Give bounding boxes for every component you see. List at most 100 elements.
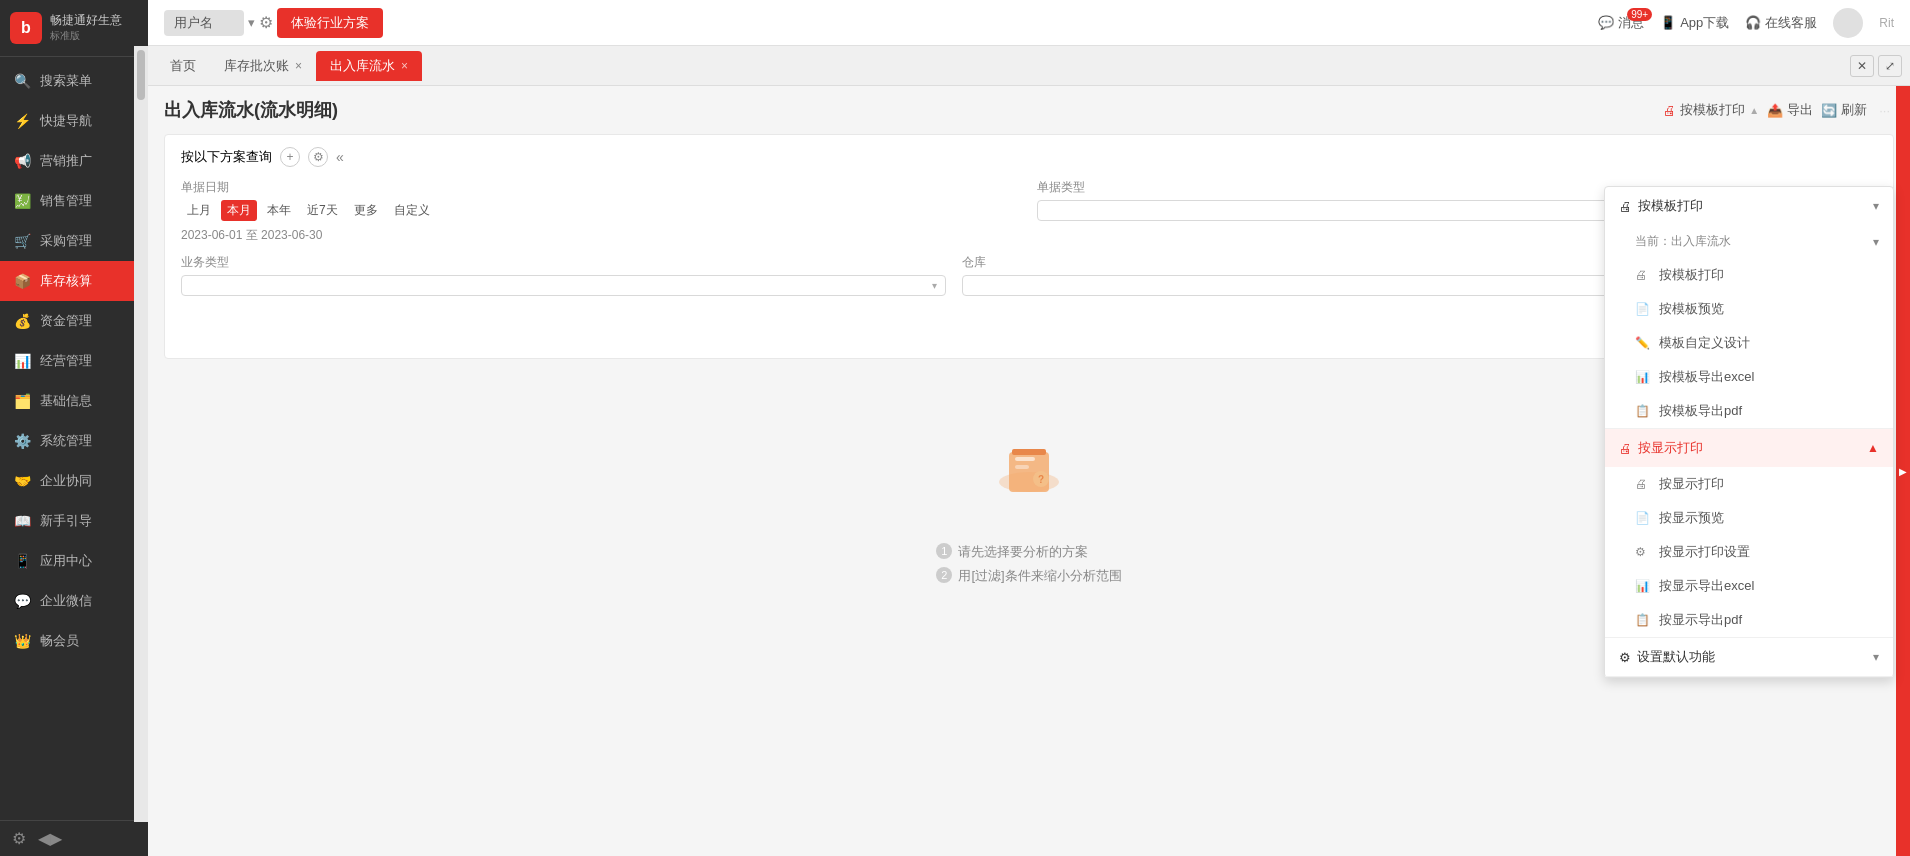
tab-home[interactable]: 首页 <box>156 51 210 81</box>
filter-collapse-btn[interactable]: « <box>336 149 344 165</box>
dropdown-item-display-export-excel[interactable]: 📊 按显示导出excel <box>1605 569 1893 603</box>
date-shortcuts: 上月 本月 本年 近7天 更多 自定义 <box>181 200 436 221</box>
trial-btn[interactable]: 体验行业方案 <box>277 8 383 38</box>
dropdown-panel: 🖨 按模板打印 ▾ 当前：出入库流水 ▾ 🖨 按模板打印 📄 <box>1604 186 1894 678</box>
dropdown-item-template-preview[interactable]: 📄 按模板预览 <box>1605 292 1893 326</box>
export-icon: 📤 <box>1767 103 1783 118</box>
date-range-display: 2023-06-01 至 2023-06-30 <box>181 227 1021 244</box>
date-btn-custom[interactable]: 自定义 <box>388 200 436 221</box>
app-name: 畅捷通好生意 <box>50 13 122 29</box>
dropdown-item-display-export-pdf[interactable]: 📋 按显示导出pdf <box>1605 603 1893 637</box>
export-btn[interactable]: 📤 导出 <box>1767 101 1813 119</box>
biz-type-label: 业务类型 <box>181 254 946 271</box>
date-btn-last-month[interactable]: 上月 <box>181 200 217 221</box>
sidebar-item-guide[interactable]: 📖 新手引导 <box>0 501 148 541</box>
tab-expand-btn[interactable]: ⤢ <box>1878 55 1902 77</box>
message-badge: 99+ <box>1627 8 1652 21</box>
sidebar-item-app-center[interactable]: 📱 应用中心 <box>0 541 148 581</box>
filter-date-control: 上月 本月 本年 近7天 更多 自定义 <box>181 200 1021 221</box>
tab-close-btn[interactable]: ✕ <box>1850 55 1874 77</box>
date-field-label: 单据日期 <box>181 179 1021 196</box>
topbar-user-dropdown-icon[interactable]: ▾ <box>248 15 255 30</box>
sidebar-item-inventory[interactable]: 📦 库存核算 <box>0 261 148 301</box>
settings-bottom-icon[interactable]: ⚙ <box>12 829 26 848</box>
filter-settings-btn[interactable]: ⚙ <box>308 147 328 167</box>
tip-2-text: 用[过滤]条件来缩小分析范围 <box>958 567 1121 585</box>
print-btn[interactable]: 🖨 按模板打印 ▲ <box>1663 101 1759 119</box>
filter-add-btn[interactable]: + <box>280 147 300 167</box>
template-custom-icon: ✏️ <box>1635 336 1651 350</box>
topbar-gear-icon[interactable]: ⚙ <box>259 13 273 32</box>
sidebar-nav: 🔍 搜索菜单 ⚡ 快捷导航 📢 营销推广 💹 销售管理 🛒 采购管理 📦 <box>0 57 148 820</box>
topbar: 用户名 ▾ ⚙ 体验行业方案 💬 消息 99+ 📱 App下载 🎧 在 <box>148 0 1910 46</box>
template-print-icon: 🖨 <box>1635 268 1651 282</box>
sidebar-scrollbar[interactable] <box>134 46 148 822</box>
date-btn-7days[interactable]: 近7天 <box>301 200 344 221</box>
page-actions: 🖨 按模板打印 ▲ 📤 导出 🔄 刷新 ··· <box>1663 101 1894 119</box>
date-btn-this-year[interactable]: 本年 <box>261 200 297 221</box>
print-dropdown-icon: ▲ <box>1749 105 1759 116</box>
tabbar-right-actions: ✕ ⤢ <box>1850 55 1902 77</box>
biz-type-select[interactable]: ▾ <box>181 275 946 296</box>
sidebar-item-wechat[interactable]: 💬 企业微信 <box>0 581 148 621</box>
topbar-right: 💬 消息 99+ 📱 App下载 🎧 在线客服 Rit <box>1598 8 1894 38</box>
defaults-section-label: 设置默认功能 <box>1637 648 1715 666</box>
empty-tip-2: 2 用[过滤]条件来缩小分析范围 <box>936 567 1121 585</box>
display-settings-icon: ⚙ <box>1635 545 1651 559</box>
dropdown-item-template-custom[interactable]: ✏️ 模板自定义设计 <box>1605 326 1893 360</box>
sidebar-item-search[interactable]: 🔍 搜索菜单 <box>0 61 148 101</box>
display-print-section-icon: 🖨 <box>1619 441 1632 456</box>
topbar-app-download-action[interactable]: 📱 App下载 <box>1660 14 1729 32</box>
display-section-label: 按显示打印 <box>1638 439 1703 457</box>
tab-flow[interactable]: 出入库流水 × <box>316 51 422 81</box>
date-btn-more[interactable]: 更多 <box>348 200 384 221</box>
topbar-customer-service-action[interactable]: 🎧 在线客服 <box>1745 14 1817 32</box>
biz-type-dropdown-icon: ▾ <box>932 280 937 291</box>
dropdown-item-template-print[interactable]: 🖨 按模板打印 <box>1605 258 1893 292</box>
sidebar-item-basic[interactable]: 🗂️ 基础信息 <box>0 381 148 421</box>
quick-nav-icon: ⚡ <box>12 111 32 131</box>
refresh-btn[interactable]: 🔄 刷新 <box>1821 101 1867 119</box>
sidebar-item-finance[interactable]: 💰 资金管理 <box>0 301 148 341</box>
system-icon: ⚙️ <box>12 431 32 451</box>
display-preview-icon: 📄 <box>1635 511 1651 525</box>
sidebar-item-purchase[interactable]: 🛒 采购管理 <box>0 221 148 261</box>
section1-expand-icon: ▾ <box>1873 199 1879 213</box>
main-area: 用户名 ▾ ⚙ 体验行业方案 💬 消息 99+ 📱 App下载 🎧 在 <box>148 0 1910 856</box>
dropdown-section-display-header[interactable]: 🖨 按显示打印 ▲ <box>1605 429 1893 467</box>
dropdown-item-template-export-pdf[interactable]: 📋 按模板导出pdf <box>1605 394 1893 428</box>
sidebar-item-system[interactable]: ⚙️ 系统管理 <box>0 421 148 461</box>
sidebar-item-operations[interactable]: 📊 经营管理 <box>0 341 148 381</box>
dropdown-section-template-header[interactable]: 🖨 按模板打印 ▾ <box>1605 187 1893 225</box>
refresh-icon: 🔄 <box>1821 103 1837 118</box>
dropdown-item-display-print-settings[interactable]: ⚙ 按显示打印设置 <box>1605 535 1893 569</box>
sidebar-item-marketing[interactable]: 📢 营销推广 <box>0 141 148 181</box>
right-edge-bar[interactable]: ▶ <box>1896 86 1910 856</box>
dropdown-section-defaults-header[interactable]: ⚙ 设置默认功能 ▾ <box>1605 638 1893 676</box>
sidebar-item-quick-nav[interactable]: ⚡ 快捷导航 <box>0 101 148 141</box>
date-btn-this-month[interactable]: 本月 <box>221 200 257 221</box>
dropdown-section-template: 🖨 按模板打印 ▾ 当前：出入库流水 ▾ 🖨 按模板打印 📄 <box>1605 187 1893 429</box>
tab-batch[interactable]: 库存批次账 × <box>210 51 316 81</box>
dropdown-section-display: 🖨 按显示打印 ▲ 🖨 按显示打印 📄 按显示预览 ⚙ <box>1605 429 1893 638</box>
sidebar-item-sales[interactable]: 💹 销售管理 <box>0 181 148 221</box>
sidebar-item-cooperation[interactable]: 🤝 企业协同 <box>0 461 148 501</box>
collapse-sidebar-icon[interactable]: ◀▶ <box>38 829 62 848</box>
section3-expand-icon: ▾ <box>1873 650 1879 664</box>
finance-icon: 💰 <box>12 311 32 331</box>
filter-header-label: 按以下方案查询 <box>181 148 272 166</box>
pdf-icon-1: 📋 <box>1635 404 1651 418</box>
search-icon: 🔍 <box>12 71 32 91</box>
topbar-username[interactable]: 用户名 <box>164 10 244 36</box>
sidebar-item-vip[interactable]: 👑 畅会员 <box>0 621 148 661</box>
guide-icon: 📖 <box>12 511 32 531</box>
dropdown-item-display-print[interactable]: 🖨 按显示打印 <box>1605 467 1893 501</box>
dropdown-item-display-preview[interactable]: 📄 按显示预览 <box>1605 501 1893 535</box>
tab-batch-close[interactable]: × <box>295 59 302 73</box>
tab-flow-close[interactable]: × <box>401 59 408 73</box>
topbar-avatar[interactable] <box>1833 8 1863 38</box>
topbar-message-action[interactable]: 💬 消息 99+ <box>1598 14 1644 32</box>
dropdown-item-template-export-excel[interactable]: 📊 按模板导出excel <box>1605 360 1893 394</box>
excel-icon-1: 📊 <box>1635 370 1651 384</box>
template-preview-icon: 📄 <box>1635 302 1651 316</box>
